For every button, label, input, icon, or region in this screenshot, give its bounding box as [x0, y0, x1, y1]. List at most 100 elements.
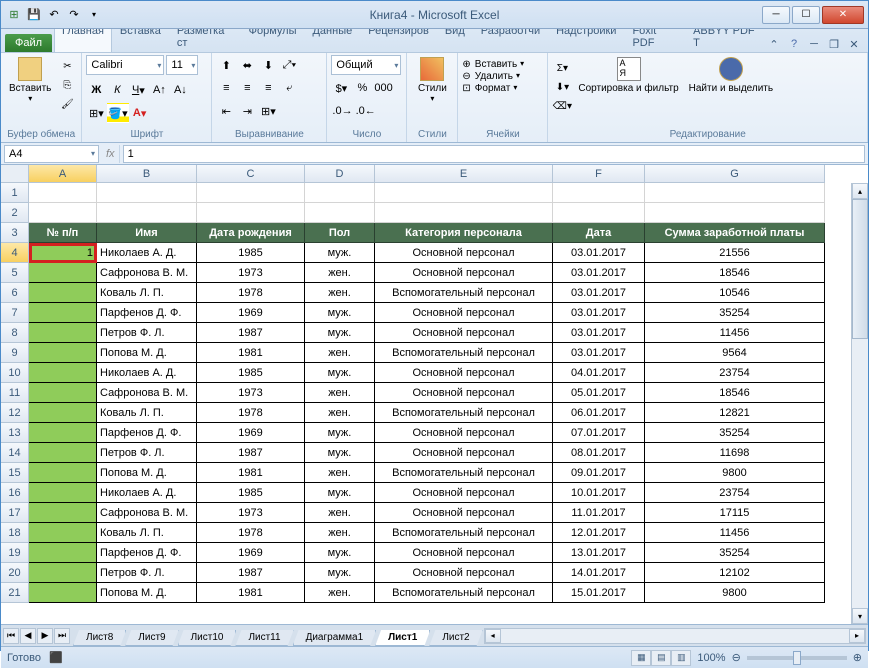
cell[interactable]: [29, 503, 97, 523]
insert-cells-button[interactable]: ⊕Вставить▾: [462, 59, 524, 70]
cell[interactable]: 1: [29, 243, 97, 263]
cell[interactable]: 11.01.2017: [553, 503, 645, 523]
percent-icon[interactable]: %: [352, 78, 372, 98]
header-cell[interactable]: Сумма заработной платы: [645, 223, 825, 243]
align-left-icon[interactable]: ≡: [216, 78, 236, 98]
row-header-3[interactable]: 3: [1, 223, 29, 243]
cell[interactable]: 1969: [197, 543, 305, 563]
cell[interactable]: 1987: [197, 323, 305, 343]
format-cells-button[interactable]: ⊡Формат▾: [462, 83, 517, 94]
row-header-17[interactable]: 17: [1, 503, 29, 523]
row-header-5[interactable]: 5: [1, 263, 29, 283]
row-header-11[interactable]: 11: [1, 383, 29, 403]
cell[interactable]: 08.01.2017: [553, 443, 645, 463]
cell[interactable]: [29, 263, 97, 283]
cell[interactable]: Основной персонал: [375, 303, 553, 323]
cell[interactable]: 14.01.2017: [553, 563, 645, 583]
cell[interactable]: [645, 203, 825, 223]
file-tab[interactable]: Файл: [5, 34, 52, 52]
cell[interactable]: 11456: [645, 323, 825, 343]
scroll-left-icon[interactable]: ◂: [485, 629, 501, 643]
cell[interactable]: [29, 483, 97, 503]
sheet-next-icon[interactable]: ▶: [37, 628, 53, 644]
cell[interactable]: [29, 203, 97, 223]
cell[interactable]: 03.01.2017: [553, 343, 645, 363]
cell[interactable]: Петров Ф. Л.: [97, 443, 197, 463]
col-header-C[interactable]: C: [197, 165, 305, 183]
cell[interactable]: [645, 183, 825, 203]
doc-restore-icon[interactable]: ❐: [826, 36, 842, 52]
cell[interactable]: 1987: [197, 563, 305, 583]
zoom-in-icon[interactable]: ⊕: [853, 651, 862, 664]
scroll-thumb[interactable]: [852, 199, 868, 339]
sheet-tab-Лист8[interactable]: Лист8: [73, 630, 126, 646]
cell[interactable]: [29, 383, 97, 403]
vertical-scrollbar[interactable]: ▴ ▾: [851, 183, 868, 624]
cell[interactable]: [305, 203, 375, 223]
align-top-icon[interactable]: ⬆: [216, 55, 236, 75]
cell[interactable]: [197, 203, 305, 223]
cell[interactable]: Парфенов Д. Ф.: [97, 423, 197, 443]
row-header-7[interactable]: 7: [1, 303, 29, 323]
fill-color-button[interactable]: 🪣▾: [107, 103, 128, 123]
row-header-9[interactable]: 9: [1, 343, 29, 363]
font-name-combo[interactable]: Calibri: [86, 55, 164, 75]
row-header-16[interactable]: 16: [1, 483, 29, 503]
italic-button[interactable]: К: [107, 80, 127, 100]
cell[interactable]: 13.01.2017: [553, 543, 645, 563]
cell[interactable]: Коваль Л. П.: [97, 283, 197, 303]
cell[interactable]: 03.01.2017: [553, 243, 645, 263]
col-header-F[interactable]: F: [553, 165, 645, 183]
page-layout-view-icon[interactable]: ▤: [651, 650, 671, 666]
cell[interactable]: [305, 183, 375, 203]
fill-icon[interactable]: ⬇▾: [552, 78, 572, 96]
cell[interactable]: 9800: [645, 463, 825, 483]
sheet-tab-Лист11[interactable]: Лист11: [235, 630, 293, 646]
cell[interactable]: 35254: [645, 303, 825, 323]
scroll-right-icon[interactable]: ▸: [849, 629, 865, 643]
row-header-15[interactable]: 15: [1, 463, 29, 483]
col-header-G[interactable]: G: [645, 165, 825, 183]
cell[interactable]: Попова М. Д.: [97, 343, 197, 363]
paste-button[interactable]: Вставить ▾: [5, 55, 55, 105]
cell[interactable]: 07.01.2017: [553, 423, 645, 443]
cell[interactable]: 1981: [197, 343, 305, 363]
cell[interactable]: жен.: [305, 503, 375, 523]
cell[interactable]: 1973: [197, 263, 305, 283]
cell[interactable]: Основной персонал: [375, 363, 553, 383]
cell[interactable]: [29, 403, 97, 423]
horizontal-scrollbar[interactable]: ◂ ▸: [484, 628, 866, 644]
cell[interactable]: 06.01.2017: [553, 403, 645, 423]
cell[interactable]: [97, 183, 197, 203]
cell[interactable]: 04.01.2017: [553, 363, 645, 383]
cell[interactable]: Основной персонал: [375, 263, 553, 283]
cell[interactable]: муж.: [305, 243, 375, 263]
row-header-6[interactable]: 6: [1, 283, 29, 303]
styles-button[interactable]: Стили ▾: [411, 55, 453, 105]
cell[interactable]: 23754: [645, 483, 825, 503]
zoom-thumb[interactable]: [793, 651, 801, 665]
cell[interactable]: 1978: [197, 523, 305, 543]
cell[interactable]: Основной персонал: [375, 383, 553, 403]
cell[interactable]: Вспомогательный персонал: [375, 583, 553, 603]
row-header-21[interactable]: 21: [1, 583, 29, 603]
sheet-tab-Лист9[interactable]: Лист9: [125, 630, 178, 646]
cell[interactable]: муж.: [305, 423, 375, 443]
cell[interactable]: Основной персонал: [375, 443, 553, 463]
cell[interactable]: Парфенов Д. Ф.: [97, 303, 197, 323]
row-header-14[interactable]: 14: [1, 443, 29, 463]
cell[interactable]: муж.: [305, 483, 375, 503]
row-header-1[interactable]: 1: [1, 183, 29, 203]
cell[interactable]: Попова М. Д.: [97, 583, 197, 603]
border-button[interactable]: ⊞▾: [86, 103, 106, 123]
fx-button[interactable]: fx: [106, 148, 115, 160]
cell[interactable]: 1973: [197, 383, 305, 403]
copy-icon[interactable]: ⎘: [57, 76, 77, 94]
cell[interactable]: [29, 583, 97, 603]
cell[interactable]: жен.: [305, 403, 375, 423]
cell[interactable]: 21556: [645, 243, 825, 263]
orientation-icon[interactable]: ⤢▾: [279, 55, 299, 75]
doc-minimize-icon[interactable]: ─: [806, 36, 822, 52]
cut-icon[interactable]: ✂: [57, 57, 77, 75]
row-header-18[interactable]: 18: [1, 523, 29, 543]
